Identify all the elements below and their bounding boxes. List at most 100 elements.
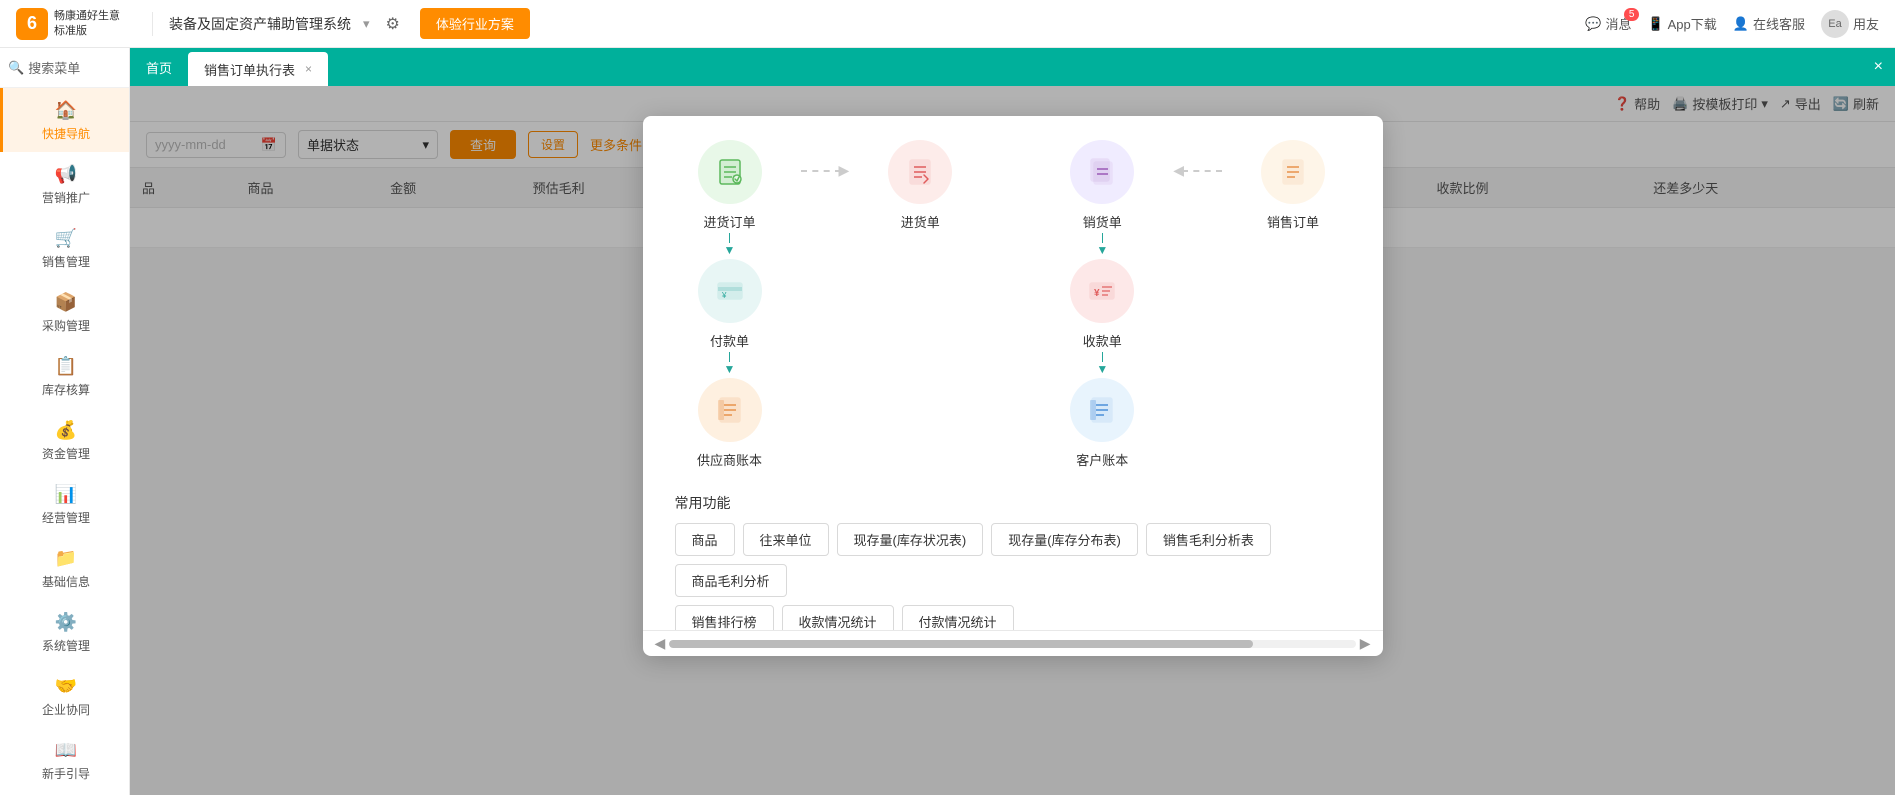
svg-text:¥: ¥ (1094, 288, 1100, 299)
sidebar-item-label: 经营管理 (42, 509, 90, 526)
user-action[interactable]: Ea 用友 (1821, 10, 1879, 38)
sales-bill-node[interactable]: 销货单 (1047, 140, 1157, 231)
payment-node[interactable]: ¥ 付款单 (675, 259, 785, 350)
divider (152, 12, 153, 36)
func-buttons-row-2: 销售排行榜 收款情况统计 付款情况统计 (675, 605, 1351, 630)
func-btn-sales-margin[interactable]: 销售毛利分析表 (1146, 523, 1271, 556)
sidebar-item-label: 采购管理 (42, 317, 90, 334)
supplier-ledger-node[interactable]: 供应商账本 (675, 378, 785, 469)
sidebar-item-purchase[interactable]: 📦 采购管理 (0, 280, 129, 344)
modal-overlay[interactable]: 进货订单 ▼ (130, 86, 1895, 795)
modal-scroll-area: ◀ ▶ (643, 630, 1383, 656)
content-wrapper: ❓ 帮助 🖨️ 按模板打印 ▾ ↗ 导出 🔄 刷新 (130, 86, 1895, 795)
sidebar-item-marketing[interactable]: 📢 营销推广 (0, 152, 129, 216)
tab-close-icon[interactable]: × (305, 62, 312, 76)
right-col: 销售订单 (1238, 140, 1348, 231)
logo-area: 6 畅康通好生意 标准版 (16, 8, 136, 40)
purchase-order-icon (698, 140, 762, 204)
supplier-ledger-icon (698, 378, 762, 442)
purchase-bill-label: 进货单 (901, 212, 940, 231)
sidebar-item-basic-info[interactable]: 📁 基础信息 (0, 536, 129, 600)
sales-order-label: 销售订单 (1267, 212, 1319, 231)
basic-info-icon: 📁 (55, 548, 77, 569)
top-bar-left: 6 畅康通好生意 标准版 装备及固定资产辅助管理系统 ▾ ⚙ 体验行业方案 (16, 8, 530, 40)
func-btn-sales-ranking[interactable]: 销售排行榜 (675, 605, 774, 630)
home-tab-label: 首页 (146, 58, 172, 77)
sidebar-item-inventory[interactable]: 📋 库存核算 (0, 344, 129, 408)
purchase-order-node[interactable]: 进货订单 (675, 140, 785, 231)
message-badge: 5 (1624, 8, 1640, 21)
func-btn-product-margin[interactable]: 商品毛利分析 (675, 564, 787, 597)
message-icon: 💬 (1585, 16, 1601, 32)
h-arrow-2: ◀ (1173, 162, 1222, 179)
sidebar-item-operations[interactable]: 📊 经营管理 (0, 472, 129, 536)
sidebar-item-sales[interactable]: 🛒 销售管理 (0, 216, 129, 280)
sidebar-item-enterprise[interactable]: 🤝 企业协同 (0, 664, 129, 728)
logo-text: 畅康通好生意 标准版 (54, 9, 120, 38)
payment-label: 付款单 (710, 331, 749, 350)
func-btn-product[interactable]: 商品 (675, 523, 735, 556)
system-dropdown-arrow[interactable]: ▾ (363, 16, 370, 32)
flow-modal: 进货订单 ▼ (643, 116, 1383, 656)
middle-left-col: 进货单 (865, 140, 975, 231)
flow-diagram: 进货订单 ▼ (675, 140, 1351, 469)
middle-right-col: 销货单 ▼ (1047, 140, 1157, 469)
func-btn-receipt-stats[interactable]: 收款情况统计 (782, 605, 894, 630)
arrow-down-4: ▼ (1096, 352, 1108, 376)
purchase-icon: 📦 (55, 292, 77, 313)
online-service-action[interactable]: 👤 在线客服 (1733, 14, 1805, 33)
scroll-left-arrow[interactable]: ◀ (651, 635, 670, 652)
user-label: 用友 (1853, 14, 1879, 33)
guide-icon: 📖 (55, 740, 77, 761)
customer-ledger-node[interactable]: 客户账本 (1047, 378, 1157, 469)
search-icon: 🔍 (8, 60, 24, 76)
sales-order-node[interactable]: 销售订单 (1238, 140, 1348, 231)
scroll-track[interactable] (669, 640, 1355, 648)
service-icon: 👤 (1733, 16, 1749, 32)
home-icon: 🏠 (55, 100, 77, 121)
func-btn-inventory-dist[interactable]: 现存量(库存分布表) (991, 523, 1138, 556)
system-title: 装备及固定资产辅助管理系统 (169, 14, 351, 34)
app-download-action[interactable]: 📱 App下载 (1647, 14, 1716, 33)
system-icon: ⚙️ (55, 612, 77, 633)
app-download-label: App下载 (1668, 14, 1717, 33)
sidebar-item-quick-nav[interactable]: 🏠 快捷导航 (0, 88, 129, 152)
receipt-node[interactable]: ¥ 收款单 (1047, 259, 1157, 350)
sidebar-item-guide[interactable]: 📖 新手引导 (0, 728, 129, 792)
experience-button[interactable]: 体验行业方案 (420, 8, 530, 39)
purchase-bill-icon (888, 140, 952, 204)
tab-sales-order[interactable]: 销售订单执行表 × (188, 52, 328, 86)
purchase-order-label: 进货订单 (703, 212, 755, 231)
sidebar-item-label: 销售管理 (42, 253, 90, 270)
sidebar-item-system[interactable]: ⚙️ 系统管理 (0, 600, 129, 664)
user-avatar: Ea (1821, 10, 1849, 38)
sales-order-icon (1261, 140, 1325, 204)
tab-home[interactable]: 首页 (130, 48, 188, 86)
settings-icon[interactable]: ⚙ (386, 14, 400, 34)
purchase-bill-node[interactable]: 进货单 (865, 140, 975, 231)
inventory-icon: 📋 (55, 356, 77, 377)
common-functions: 常用功能 商品 往来单位 现存量(库存状况表) 现存量(库存分布表) 销售毛利分… (675, 493, 1351, 630)
main-area: 🔍 搜索菜单 🏠 快捷导航 📢 营销推广 🛒 销售管理 📦 采购管理 📋 (0, 48, 1895, 795)
top-bar-right: 💬 消息 5 📱 App下载 👤 在线客服 Ea 用友 (1585, 10, 1879, 38)
sidebar-item-label: 营销推广 (42, 189, 90, 206)
close-all-tabs[interactable]: × (1874, 58, 1895, 76)
sidebar-item-label: 企业协同 (42, 701, 90, 718)
func-btn-contacts[interactable]: 往来单位 (743, 523, 829, 556)
func-btn-inventory-status[interactable]: 现存量(库存状况表) (837, 523, 984, 556)
sales-order-tab-label: 销售订单执行表 (204, 60, 295, 79)
arrow-down-3: ▼ (1096, 233, 1108, 257)
content-area: 首页 销售订单执行表 × × ❓ 帮助 🖨️ (130, 48, 1895, 795)
func-btn-payment-stats[interactable]: 付款情况统计 (902, 605, 1014, 630)
sidebar-item-finance[interactable]: 💰 资金管理 (0, 408, 129, 472)
mobile-icon: 📱 (1647, 16, 1663, 32)
finance-icon: 💰 (55, 420, 77, 441)
nav-tabs: 首页 销售订单执行表 × × (130, 48, 1895, 86)
scroll-right-arrow[interactable]: ▶ (1356, 635, 1375, 652)
svg-text:¥: ¥ (721, 291, 727, 300)
message-action[interactable]: 💬 消息 5 (1585, 14, 1631, 33)
func-buttons-row-1: 商品 往来单位 现存量(库存状况表) 现存量(库存分布表) 销售毛利分析表 商品… (675, 523, 1351, 597)
marketing-icon: 📢 (55, 164, 77, 185)
sales-bill-label: 销货单 (1083, 212, 1122, 231)
search-menu[interactable]: 🔍 搜索菜单 (0, 48, 129, 88)
